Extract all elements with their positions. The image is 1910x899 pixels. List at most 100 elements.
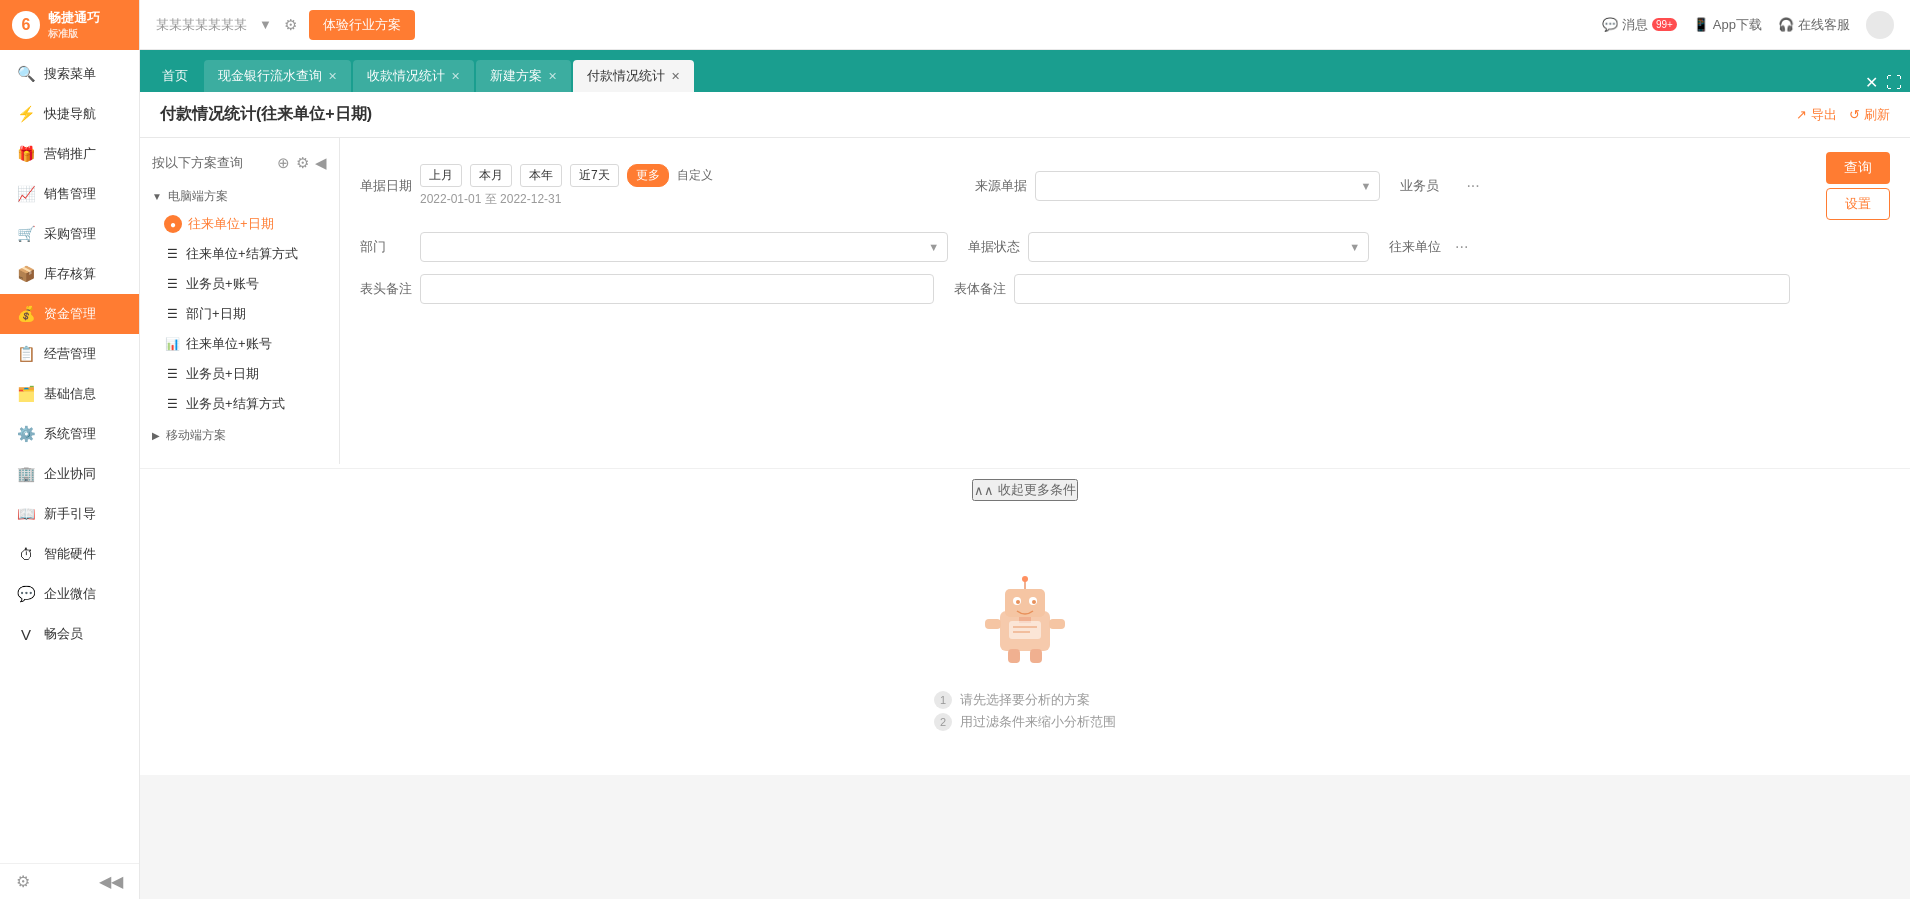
- sidebar-item-nav[interactable]: ⚡ 快捷导航: [0, 94, 139, 134]
- source-select[interactable]: ▼: [1035, 171, 1381, 201]
- nav-icon: ⚡: [16, 104, 36, 124]
- refresh-button[interactable]: ↺ 刷新: [1849, 106, 1890, 124]
- settings-config-icon[interactable]: ⚙: [284, 16, 297, 34]
- scheme-panel-header: 按以下方案查询 ⊕ ⚙ ◀: [140, 150, 339, 180]
- sidebar-item-system[interactable]: ⚙️ 系统管理: [0, 414, 139, 454]
- filter-item-staff: 业务员 ···: [1400, 177, 1806, 195]
- empty-robot-illustration: [975, 571, 1075, 671]
- tab-cash-flow[interactable]: 现金银行流水查询 ✕: [204, 60, 351, 92]
- scheme-panel-icons: ⊕ ⚙ ◀: [277, 154, 327, 172]
- scheme-item-staff-settle[interactable]: ☰ 业务员+结算方式: [140, 389, 339, 419]
- svg-point-8: [1022, 576, 1028, 582]
- app-logo: 6 畅捷通巧 标准版: [0, 0, 139, 50]
- page-content: 付款情况统计(往来单位+日期) ↗ 导出 ↺ 刷新 按以下方案查询: [140, 92, 1910, 899]
- svg-rect-12: [1030, 649, 1042, 663]
- scheme-item-unit-account[interactable]: 📊 往来单位+账号: [140, 329, 339, 359]
- source-select-arrow: ▼: [1361, 180, 1372, 192]
- body-remark-input[interactable]: [1014, 274, 1790, 304]
- sidebar-item-basic[interactable]: 🗂️ 基础信息: [0, 374, 139, 414]
- date-last-month[interactable]: 上月: [420, 164, 462, 187]
- dept-select[interactable]: ▼: [420, 232, 948, 262]
- desktop-group-arrow: ▼: [152, 191, 162, 202]
- svg-rect-11: [1008, 649, 1020, 663]
- settings-button[interactable]: 设置: [1826, 188, 1890, 220]
- sidebar-item-guide[interactable]: 📖 新手引导: [0, 494, 139, 534]
- filter-row-1: 单据日期 上月 本月 本年 近7天 更多 自定义: [360, 152, 1890, 220]
- mobile-group-arrow: ▶: [152, 430, 160, 441]
- export-button[interactable]: ↗ 导出: [1796, 106, 1837, 124]
- sales-icon: 📈: [16, 184, 36, 204]
- scheme-item-staff-date[interactable]: ☰ 业务员+日期: [140, 359, 339, 389]
- scheme-item-unit-date[interactable]: ● 往来单位+日期: [140, 209, 339, 239]
- scheme-item-dept-date[interactable]: ☰ 部门+日期: [140, 299, 339, 329]
- date-7days[interactable]: 近7天: [570, 164, 619, 187]
- sidebar-bottom: ⚙ ◀◀: [0, 863, 139, 899]
- collapse-scheme-icon[interactable]: ◀: [315, 154, 327, 172]
- sidebar-item-search[interactable]: 🔍 搜索菜单: [0, 54, 139, 94]
- sidebar-item-purchase[interactable]: 🛒 采购管理: [0, 214, 139, 254]
- sidebar-item-sales[interactable]: 📈 销售管理: [0, 174, 139, 214]
- doc-status-select[interactable]: ▼: [1028, 232, 1369, 262]
- header-actions: 💬 消息 99+ 📱 App下载 🎧 在线客服: [1602, 11, 1894, 39]
- online-service-button[interactable]: 🎧 在线客服: [1778, 16, 1850, 34]
- tab-close-new-scheme[interactable]: ✕: [548, 70, 557, 83]
- sidebar-item-capital[interactable]: 💰 资金管理: [0, 294, 139, 334]
- sidebar-item-enterprise[interactable]: 🏢 企业协同: [0, 454, 139, 494]
- guide-icon: 📖: [16, 504, 36, 524]
- add-scheme-icon[interactable]: ⊕: [277, 154, 290, 172]
- close-all-tabs-icon[interactable]: ✕: [1865, 73, 1878, 92]
- company-name: 某某某某某某某: [156, 16, 247, 34]
- staff-ellipsis[interactable]: ···: [1460, 177, 1485, 195]
- empty-area: 1 请先选择要分析的方案 2 用过滤条件来缩小分析范围: [140, 511, 1910, 775]
- collapse-sidebar-icon[interactable]: ◀◀: [99, 872, 123, 891]
- counterpart-ellipsis[interactable]: ···: [1449, 238, 1474, 256]
- messages-button[interactable]: 💬 消息 99+: [1602, 16, 1677, 34]
- sidebar-item-wechat[interactable]: 💬 企业微信: [0, 574, 139, 614]
- date-input-range: 2022-01-01 至 2022-12-31: [420, 191, 955, 208]
- date-this-month[interactable]: 本月: [470, 164, 512, 187]
- tab-close-income-stat[interactable]: ✕: [451, 70, 460, 83]
- sidebar-item-member[interactable]: V 畅会员: [0, 614, 139, 654]
- operation-icon: 📋: [16, 344, 36, 364]
- basic-icon: 🗂️: [16, 384, 36, 404]
- tab-close-cash-flow[interactable]: ✕: [328, 70, 337, 83]
- inventory-icon: 📦: [16, 264, 36, 284]
- app-download-button[interactable]: 📱 App下载: [1693, 16, 1762, 34]
- scheme-group-desktop-title[interactable]: ▼ 电脑端方案: [140, 184, 339, 209]
- collapse-button[interactable]: ∧∧ 收起更多条件: [972, 479, 1078, 501]
- tab-income-stat[interactable]: 收款情况统计 ✕: [353, 60, 474, 92]
- settings-icon[interactable]: ⚙: [16, 872, 30, 891]
- scheme-group-mobile-title[interactable]: ▶ 移动端方案: [140, 423, 339, 448]
- tab-payment-stat[interactable]: 付款情况统计 ✕: [573, 60, 694, 92]
- date-more[interactable]: 更多: [627, 164, 669, 187]
- date-range-group: 上月 本月 本年 近7天 更多 自定义: [420, 164, 955, 187]
- chevron-down-icon[interactable]: ▼: [259, 17, 272, 32]
- top-header-left: 某某某某某某某 ▼ ⚙ 体验行业方案: [156, 10, 415, 40]
- empty-tip-2: 2 用过滤条件来缩小分析范围: [934, 713, 1116, 731]
- page-header: 付款情况统计(往来单位+日期) ↗ 导出 ↺ 刷新: [140, 92, 1910, 138]
- scheme-settings-icon[interactable]: ⚙: [296, 154, 309, 172]
- header-remark-input[interactable]: [420, 274, 934, 304]
- sidebar-item-operation[interactable]: 📋 经营管理: [0, 334, 139, 374]
- sidebar-item-hardware[interactable]: ⏱ 智能硬件: [0, 534, 139, 574]
- sidebar-item-marketing[interactable]: 🎁 营销推广: [0, 134, 139, 174]
- scheme-item-staff-account[interactable]: ☰ 业务员+账号: [140, 269, 339, 299]
- filter-item-body-remark: 表体备注: [954, 274, 1790, 304]
- tab-new-scheme[interactable]: 新建方案 ✕: [476, 60, 571, 92]
- maximize-icon[interactable]: ⛶: [1886, 74, 1902, 92]
- scheme-panel-title: 按以下方案查询: [152, 154, 243, 172]
- user-avatar[interactable]: [1866, 11, 1894, 39]
- scheme-item-unit-settle[interactable]: ☰ 往来单位+结算方式: [140, 239, 339, 269]
- service-icon: 🎧: [1778, 17, 1794, 32]
- tab-home[interactable]: 首页: [148, 60, 202, 92]
- sidebar-item-inventory[interactable]: 📦 库存核算: [0, 254, 139, 294]
- trial-button[interactable]: 体验行业方案: [309, 10, 415, 40]
- capital-icon: 💰: [16, 304, 36, 324]
- filter-form: 单据日期 上月 本月 本年 近7天 更多 自定义: [340, 138, 1910, 464]
- refresh-icon: ↺: [1849, 107, 1860, 122]
- tab-close-payment-stat[interactable]: ✕: [671, 70, 680, 83]
- date-this-year[interactable]: 本年: [520, 164, 562, 187]
- empty-tips: 1 请先选择要分析的方案 2 用过滤条件来缩小分析范围: [934, 687, 1116, 735]
- search-icon: 🔍: [16, 64, 36, 84]
- query-button[interactable]: 查询: [1826, 152, 1890, 184]
